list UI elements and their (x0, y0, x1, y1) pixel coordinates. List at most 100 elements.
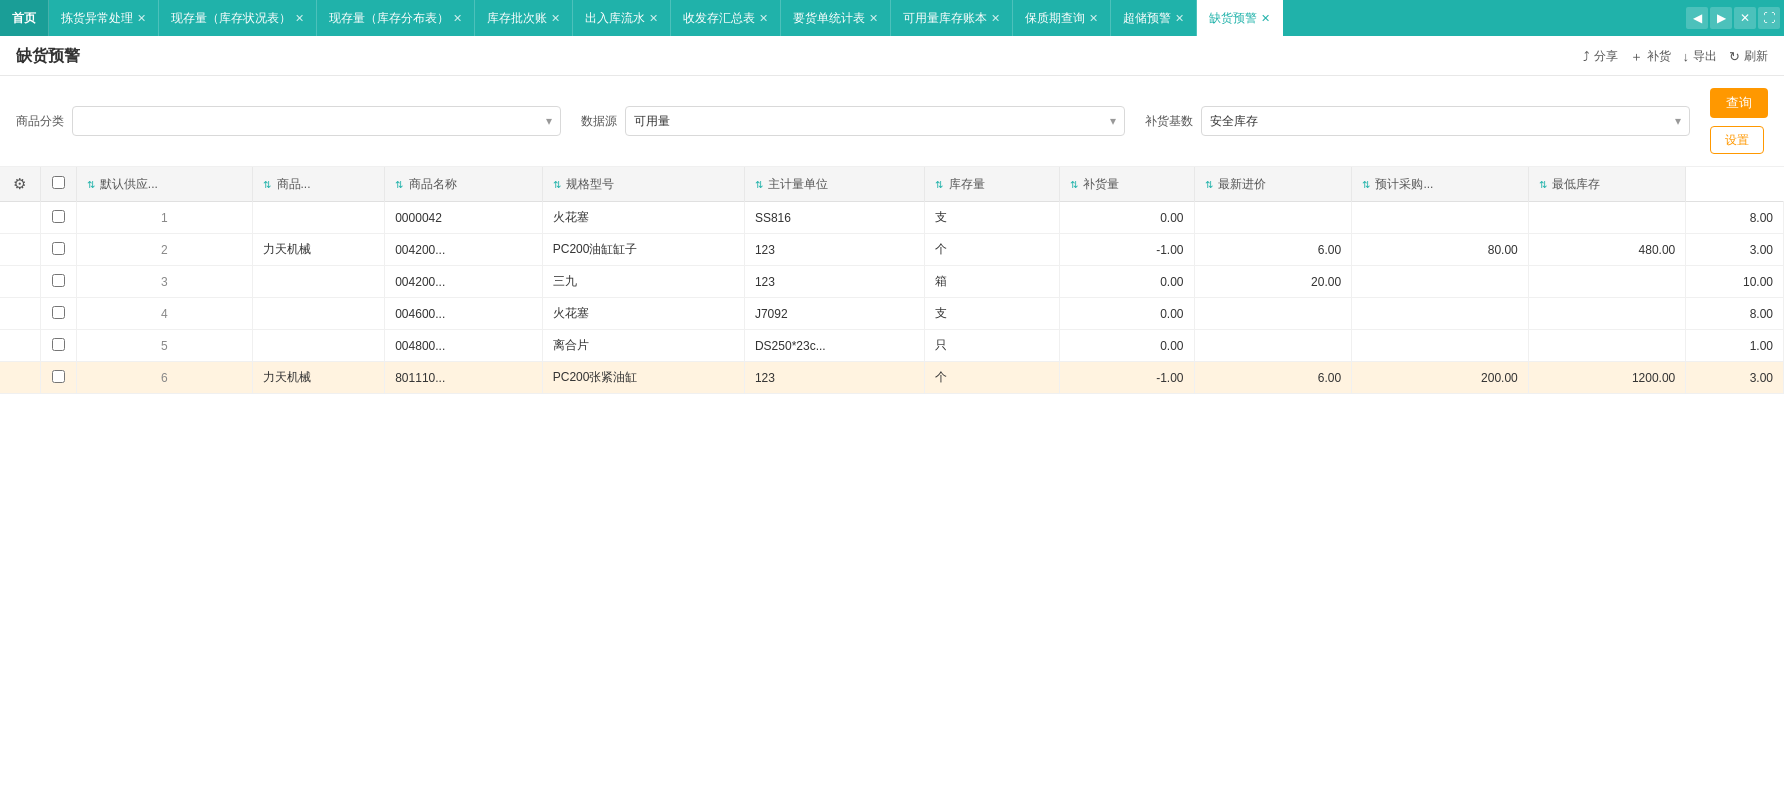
row-latest-price (1352, 330, 1529, 362)
table-row[interactable]: 6 力天机械 801110... PC200张紧油缸 123 个 -1.00 6… (0, 362, 1784, 394)
datasource-chevron: ▾ (1110, 114, 1116, 128)
th-gear[interactable]: ⚙ (0, 167, 40, 202)
tab-flow[interactable]: 出入库流水 ✕ (573, 0, 671, 36)
export-button[interactable]: ↓ 导出 (1683, 48, 1718, 65)
row-checkbox[interactable] (52, 210, 65, 223)
row-gear-cell (0, 362, 40, 394)
tab-avail[interactable]: 可用量库存账本 ✕ (891, 0, 1013, 36)
filter-area: 商品分类 ▾ 数据源 可用量 ▾ 补货基数 安全库存 ▾ (0, 76, 1784, 167)
table-row[interactable]: 5 004800... 离合片 DS250*23c... 只 0.00 1.00 (0, 330, 1784, 362)
th-stock-label: 库存量 (949, 177, 985, 191)
tab-pick-close[interactable]: ✕ (137, 12, 146, 25)
row-unit: 个 (925, 234, 1060, 266)
tab-avail-close[interactable]: ✕ (991, 12, 1000, 25)
tab-shortage[interactable]: 缺货预警 ✕ (1197, 0, 1283, 36)
refresh-button[interactable]: ↻ 刷新 (1729, 48, 1768, 65)
th-code[interactable]: ⇅ 商品... (253, 167, 385, 202)
settings-button[interactable]: 设置 (1710, 126, 1764, 154)
row-check-cell[interactable] (40, 330, 76, 362)
tab-next-button[interactable]: ▶ (1710, 7, 1732, 29)
row-stock: 0.00 (1059, 266, 1194, 298)
th-min-stock[interactable]: ⇅ 最低库存 (1528, 167, 1686, 202)
tab-overstock[interactable]: 超储预警 ✕ (1111, 0, 1197, 36)
tab-prev-button[interactable]: ◀ (1686, 7, 1708, 29)
row-name: 火花塞 (542, 298, 744, 330)
tab-stock1[interactable]: 现存量（库存状况表） ✕ (159, 0, 317, 36)
select-all-checkbox[interactable] (52, 176, 65, 189)
row-check-cell[interactable] (40, 234, 76, 266)
th-unit[interactable]: ⇅ 主计量单位 (744, 167, 924, 202)
table-row[interactable]: 2 力天机械 004200... PC200油缸缸子 123 个 -1.00 6… (0, 234, 1784, 266)
th-check[interactable] (40, 167, 76, 202)
th-supplier-label: 默认供应... (100, 177, 158, 191)
row-check-cell[interactable] (40, 298, 76, 330)
row-stock: 0.00 (1059, 202, 1194, 234)
tab-fullscreen-button[interactable]: ⛶ (1758, 7, 1780, 29)
export-label: 导出 (1693, 48, 1717, 65)
tab-expire-close[interactable]: ✕ (1089, 12, 1098, 25)
tab-flow-close[interactable]: ✕ (649, 12, 658, 25)
table-row[interactable]: 3 004200... 三九 123 箱 0.00 20.00 10.00 (0, 266, 1784, 298)
row-code: 801110... (385, 362, 543, 394)
table-row[interactable]: 1 0000042 火花塞 SS816 支 0.00 8.00 (0, 202, 1784, 234)
tab-stock1-close[interactable]: ✕ (295, 12, 304, 25)
tab-stock2-label: 现存量（库存分布表） (329, 10, 449, 27)
table-row[interactable]: 4 004600... 火花塞 J7092 支 0.00 8.00 (0, 298, 1784, 330)
tab-summary[interactable]: 收发存汇总表 ✕ (671, 0, 781, 36)
th-stock[interactable]: ⇅ 库存量 (925, 167, 1060, 202)
tab-overstock-close[interactable]: ✕ (1175, 12, 1184, 25)
tab-batch[interactable]: 库存批次账 ✕ (475, 0, 573, 36)
replenish-button[interactable]: ＋ 补货 (1630, 48, 1671, 66)
row-replenish (1194, 298, 1352, 330)
tab-home[interactable]: 首页 (0, 0, 49, 36)
row-name: 三九 (542, 266, 744, 298)
tab-pick[interactable]: 拣货异常处理 ✕ (49, 0, 159, 36)
tab-stock2-close[interactable]: ✕ (453, 12, 462, 25)
tab-stock2[interactable]: 现存量（库存分布表） ✕ (317, 0, 475, 36)
row-code: 0000042 (385, 202, 543, 234)
row-unit: 支 (925, 202, 1060, 234)
replenish-label: 补货 (1647, 48, 1671, 65)
tab-expire[interactable]: 保质期查询 ✕ (1013, 0, 1111, 36)
tab-batch-close[interactable]: ✕ (551, 12, 560, 25)
row-unit: 箱 (925, 266, 1060, 298)
th-name[interactable]: ⇅ 商品名称 (385, 167, 543, 202)
sort-icon-estimated: ⇅ (1362, 179, 1370, 190)
column-settings-button[interactable]: ⚙ (13, 175, 26, 193)
row-check-cell[interactable] (40, 202, 76, 234)
tab-shortage-close[interactable]: ✕ (1261, 12, 1270, 25)
refresh-icon: ↻ (1729, 49, 1740, 64)
row-checkbox[interactable] (52, 242, 65, 255)
th-estimated[interactable]: ⇅ 预计采购... (1352, 167, 1529, 202)
datasource-select[interactable]: 可用量 ▾ (625, 106, 1126, 136)
replenish-base-chevron: ▾ (1675, 114, 1681, 128)
row-latest-price (1352, 298, 1529, 330)
query-button[interactable]: 查询 (1710, 88, 1768, 118)
tab-order-close[interactable]: ✕ (869, 12, 878, 25)
th-supplier[interactable]: ⇅ 默认供应... (76, 167, 253, 202)
replenish-base-select[interactable]: 安全库存 ▾ (1201, 106, 1690, 136)
row-spec: 123 (744, 362, 924, 394)
category-select[interactable]: ▾ (72, 106, 561, 136)
data-table: ⚙ ⇅ 默认供应... ⇅ 商品... (0, 167, 1784, 394)
th-replenish[interactable]: ⇅ 补货量 (1059, 167, 1194, 202)
tab-summary-close[interactable]: ✕ (759, 12, 768, 25)
row-check-cell[interactable] (40, 266, 76, 298)
th-spec[interactable]: ⇅ 规格型号 (542, 167, 744, 202)
row-checkbox[interactable] (52, 274, 65, 287)
row-check-cell[interactable] (40, 362, 76, 394)
row-estimated: 480.00 (1528, 234, 1686, 266)
th-latest-price[interactable]: ⇅ 最新进价 (1194, 167, 1352, 202)
tab-order[interactable]: 要货单统计表 ✕ (781, 0, 891, 36)
row-unit: 支 (925, 298, 1060, 330)
filter-actions: 查询 设置 (1710, 88, 1768, 154)
tab-close-all-button[interactable]: ✕ (1734, 7, 1756, 29)
share-button[interactable]: ⤴ 分享 (1583, 48, 1618, 65)
row-stock: -1.00 (1059, 362, 1194, 394)
sort-icon-code: ⇅ (263, 179, 271, 190)
row-checkbox[interactable] (52, 338, 65, 351)
row-checkbox[interactable] (52, 306, 65, 319)
row-rownum: 1 (76, 202, 253, 234)
tab-overstock-label: 超储预警 (1123, 10, 1171, 27)
row-checkbox[interactable] (52, 370, 65, 383)
